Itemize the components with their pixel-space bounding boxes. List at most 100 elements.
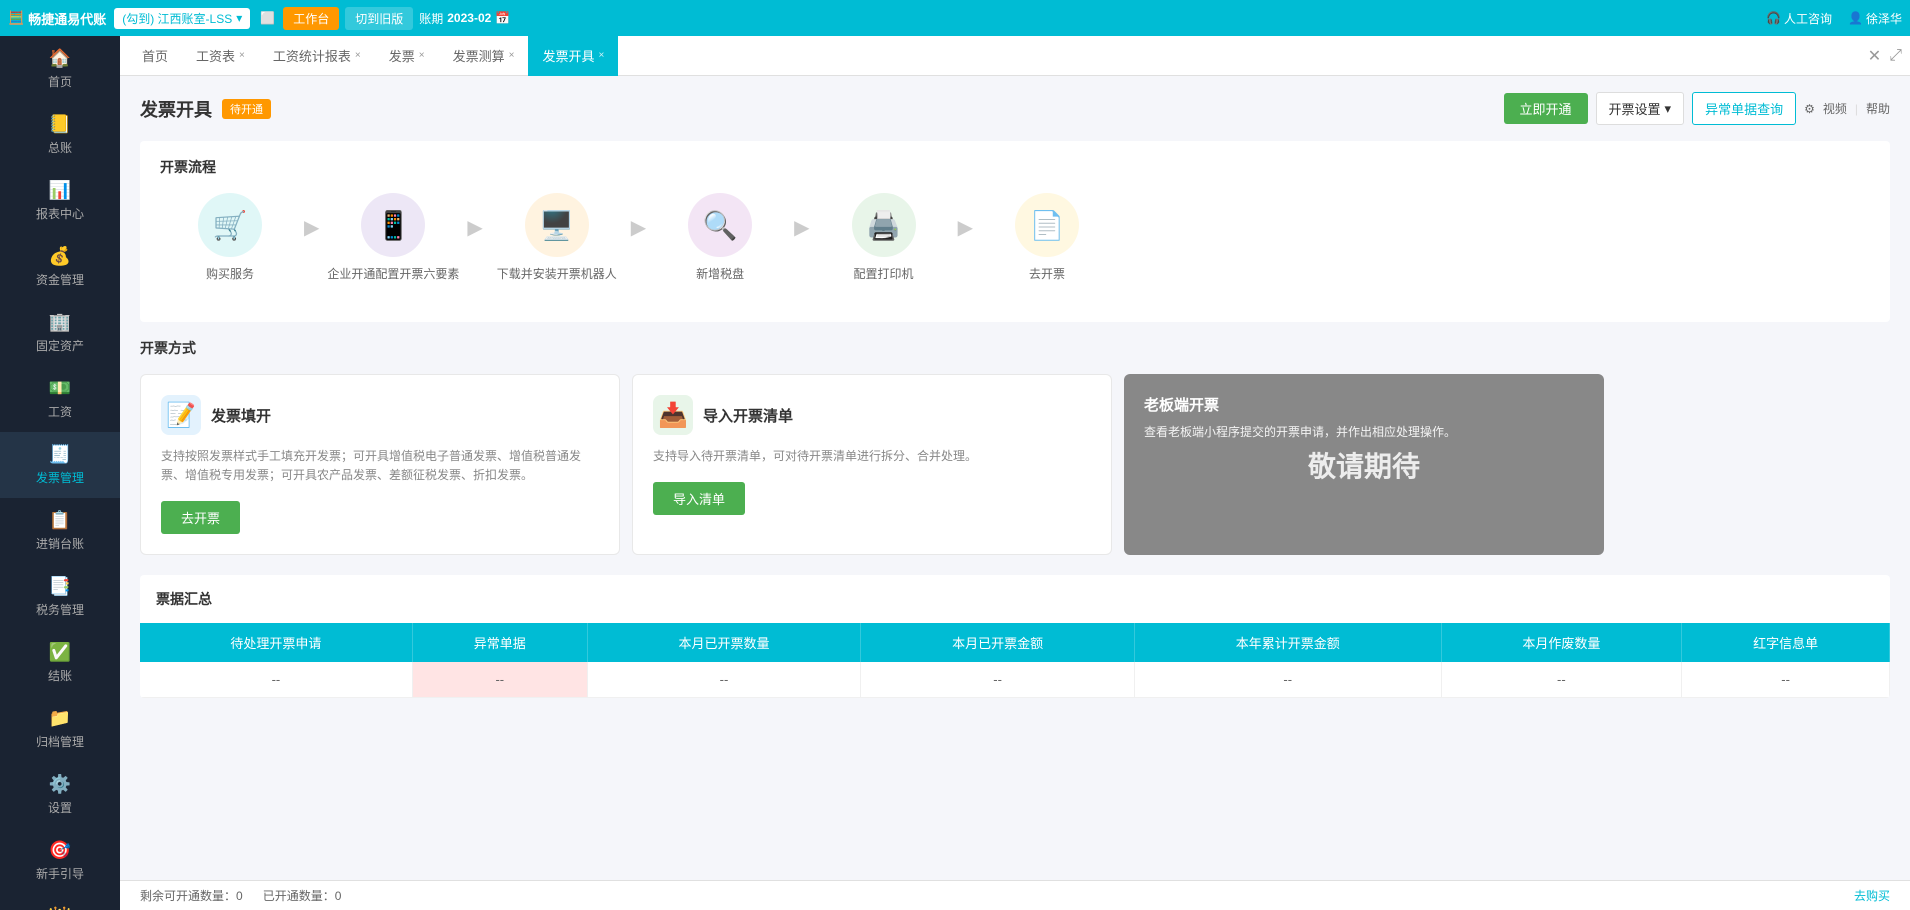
ticket-methods: 📝 发票填开 支持按照发票样式手工填充开发票；可开具增值税电子普通发票、增值税普… [140,374,1890,555]
sidebar-item-assets[interactable]: 🏢 固定资产 [0,300,120,366]
page-title: 发票开具 [140,96,212,122]
tab-invoice-calc[interactable]: 发票测算× [439,36,529,76]
sidebar-item-vip[interactable]: 👑畅会员 [0,894,120,910]
copy-icon[interactable]: ⬜ [260,11,275,25]
import-list-button[interactable]: 导入清单 [653,482,745,515]
open-invoice-label: 去开票 [1029,265,1065,282]
opened-count-label: 已开通数量：0 [263,887,342,904]
user-avatar[interactable]: 👤 徐泽华 [1848,10,1902,27]
purchase-icon: 📋 [49,510,71,531]
sidebar-item-settlement[interactable]: ✅结账 [0,630,120,696]
sidebar-label-invoice: 发票管理 [36,469,84,486]
tax-icon: 📑 [49,576,71,597]
funds-icon: 💰 [49,246,71,267]
summary-cell-1: -- [412,662,587,698]
coming-soon-text: 敬请期待 [1308,445,1420,485]
company-selector[interactable]: (勾到) 江西账室-LSS ▾ [114,8,250,29]
summary-section-title: 票据汇总 [140,575,1890,623]
restore-icon[interactable]: ⤢ [1889,47,1902,65]
tab-close-invoice-tool[interactable]: × [598,50,604,61]
tab-close-salary-report[interactable]: × [355,50,361,61]
tab-close-invoice-calc[interactable]: × [509,50,515,61]
flow-section-title: 开票流程 [160,157,1870,177]
sidebar-label-funds: 资金管理 [36,271,84,288]
tab-home[interactable]: 首页 [128,36,182,76]
old-platform-card: 老板端开票 查看老板端小程序提交的开票申请，并作出相应处理操作。 敬请期待 [1124,374,1604,555]
sidebar-label-purchase: 进销台账 [36,535,84,552]
app-logo: 🧮 畅捷通易代账 [8,9,106,28]
go-open-invoice-button[interactable]: 去开票 [161,501,240,534]
tab-close-salary-table[interactable]: × [239,50,245,61]
guide-icon: 🎯 [49,840,71,861]
assets-icon: 🏢 [49,312,71,333]
download-icon: 🖥️ [525,193,589,257]
sidebar-item-purchase[interactable]: 📋 进销台账 [0,498,120,564]
close-all-icon[interactable]: ✕ [1868,46,1881,66]
sidebar-item-invoice[interactable]: 🧾发票管理 [0,432,120,498]
sidebar-item-ledger[interactable]: 📒总账 [0,102,120,168]
arrow-4: ▶ [794,215,809,240]
sidebar-item-reports[interactable]: 📊报表中心 [0,168,120,234]
sidebar-label-home: 首页 [48,73,72,90]
arrow-2: ▶ [467,215,482,240]
tab-invoice-tool[interactable]: 发票开具× [528,36,618,76]
summary-table: 待处理开票申请异常单据本月已开票数量本月已开票金额本年累计开票金额本月作废数量红… [140,623,1890,698]
config-icon: 📱 [361,193,425,257]
open-settings-button[interactable]: 开票设置 ▾ [1596,92,1685,125]
settlement-icon: ✅ [49,642,71,663]
tab-salary-table[interactable]: 工资表× [182,36,259,76]
sidebar-label-ledger: 总账 [48,139,72,156]
old-version-button[interactable]: 切到旧版 [345,7,413,30]
summary-cell-5: -- [1441,662,1682,698]
summary-col-5: 本月作废数量 [1441,623,1682,662]
tab-label-invoice: 发票 [389,46,415,65]
tab-close-invoice[interactable]: × [419,50,425,61]
buy-link[interactable]: 去购买 [1854,887,1890,904]
user-icon: 👤 [1848,11,1863,25]
summary-cell-2: -- [587,662,861,698]
salary-icon: 💵 [49,378,71,399]
summary-cell-6: -- [1682,662,1890,698]
arrow-1: ▶ [304,215,319,240]
tab-bar: 首页工资表×工资统计报表×发票×发票测算×发票开具× ✕ ⤢ [120,36,1910,76]
help-link[interactable]: 帮助 [1866,100,1890,117]
sidebar-item-salary[interactable]: 💵 工资 [0,366,120,432]
sidebar-label-archive: 归档管理 [36,733,84,750]
sidebar-item-settings[interactable]: ⚙️设置 [0,762,120,828]
manual-fill-desc: 支持按照发票样式手工填充开发票；可开具增值税电子普通发票、增值税普通发票、增值税… [161,447,599,485]
open-invoice-icon: 📄 [1015,193,1079,257]
summary-cell-0: -- [140,662,412,698]
sidebar-item-home[interactable]: 🏠首页 [0,36,120,102]
sidebar-item-funds[interactable]: 💰 资金管理 [0,234,120,300]
flow-step-tax: 🔍 新增税盘 [650,193,790,282]
tab-label-home: 首页 [142,46,168,65]
consult-button[interactable]: 🎧 人工咨询 [1766,10,1832,27]
content-area: 首页工资表×工资统计报表×发票×发票测算×发票开具× ✕ ⤢ 发票开具 待开通 … [120,36,1910,910]
summary-col-4: 本年累计开票金额 [1134,623,1441,662]
calendar-icon: 📅 [495,11,510,25]
settings-icon: ⚙️ [49,774,71,795]
old-desc: 查看老板端小程序提交的开票申请，并作出相应处理操作。 [1144,423,1584,441]
flow-step-printer: 🖨️ 配置打印机 [814,193,954,282]
top-bar-buttons: 工作台 切到旧版 [283,7,413,30]
immediate-open-button[interactable]: 立即开通 [1504,93,1588,124]
summary-col-1: 异常单据 [412,623,587,662]
workbench-button[interactable]: 工作台 [283,7,339,30]
video-link[interactable]: 视频 [1823,100,1847,117]
summary-cell-3: -- [861,662,1135,698]
logo-icon: 🧮 [8,10,24,26]
tab-invoice[interactable]: 发票 × [375,36,439,76]
archive-icon: 📁 [49,708,71,729]
period-selector[interactable]: 账期 2023-02 📅 [419,10,510,27]
tab-salary-report[interactable]: 工资统计报表× [259,36,375,76]
sidebar-label-assets: 固定资产 [36,337,84,354]
sidebar-item-archive[interactable]: 📁 归档管理 [0,696,120,762]
sidebar-label-salary: 工资 [48,403,72,420]
arrow-3: ▶ [631,215,646,240]
flow-step-open: 📄 去开票 [977,193,1117,282]
anomaly-query-button[interactable]: 异常单据查询 [1692,92,1796,125]
sidebar-item-guide[interactable]: 🎯新手引导 [0,828,120,894]
top-bar-right: 🎧 人工咨询 👤 徐泽华 [1766,10,1902,27]
flow-steps: 🛒 购买服务 ▶ 📱 企业开通配置开票六要素 ▶ 🖥️ [160,193,1870,282]
sidebar-item-tax[interactable]: 📑税务管理 [0,564,120,630]
